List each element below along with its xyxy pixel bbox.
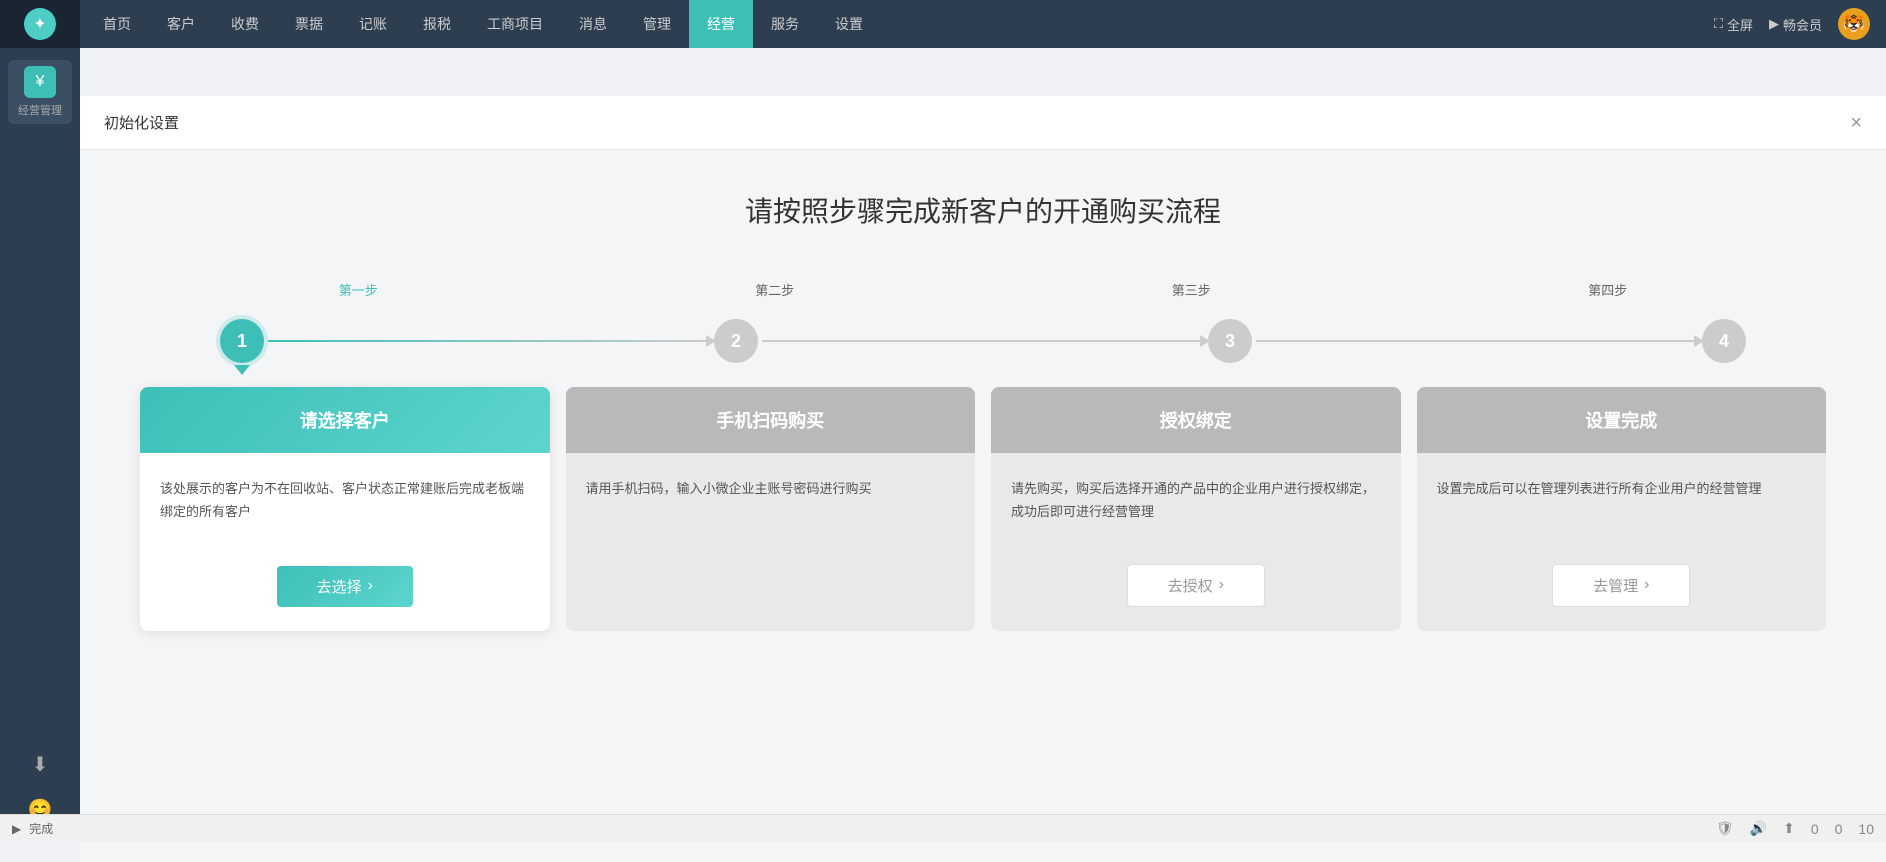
status-bar: ▶ 完成 🛡 🔊 ⬆ 0 0 10 <box>0 814 1886 842</box>
step-circle-2: 2 <box>714 319 758 363</box>
page-header: 初始化设置 × <box>80 96 1886 150</box>
step-arrow-2 <box>762 340 1204 342</box>
card-4-footer: 去管理 › <box>1417 548 1827 631</box>
card-3-footer: 去授权 › <box>991 548 1401 631</box>
card-3-body: 请先购买，购买后选择开通的产品中的企业用户进行授权绑定，成功后即可进行经营管理 <box>991 453 1401 548</box>
step-circles-row: 1 2 3 <box>140 319 1826 363</box>
nav-item-home[interactable]: 首页 <box>85 0 149 48</box>
fullscreen-icon: ⛶ <box>1714 16 1723 32</box>
step-label-1: 第一步 <box>150 280 567 299</box>
nav-item-manage[interactable]: 管理 <box>625 0 689 48</box>
nav-item-customer[interactable]: 客户 <box>149 0 213 48</box>
nav-item-message[interactable]: 消息 <box>561 0 625 48</box>
fullscreen-button[interactable]: ⛶ 全屏 <box>1714 15 1753 34</box>
main-content-area: 初始化设置 × 请按照步骤完成新客户的开通购买流程 第一步 第二步 第三步 第四… <box>80 96 1886 862</box>
sidebar-item-operation[interactable]: ¥ 经营管理 <box>8 60 72 124</box>
page-title: 初始化设置 <box>104 112 179 133</box>
main-heading: 请按照步骤完成新客户的开通购买流程 <box>140 190 1826 230</box>
step-3-action-button[interactable]: 去授权 › <box>1127 564 1265 607</box>
step-1-indicator: 1 <box>220 319 264 363</box>
step-arrow-3 <box>1256 340 1698 342</box>
nav-item-bill[interactable]: 票据 <box>277 0 341 48</box>
left-sidebar: ¥ 经营管理 ⬇ 😊 <box>0 48 80 842</box>
step-2-indicator: 2 <box>714 319 758 363</box>
step-pointer-1 <box>234 365 250 375</box>
steps-wrapper: 第一步 第二步 第三步 第四步 1 2 <box>140 280 1826 631</box>
status-label: 完成 <box>29 820 53 837</box>
sidebar-item-label: 经营管理 <box>18 102 62 118</box>
nav-item-fee[interactable]: 收费 <box>213 0 277 48</box>
step-card-1: 请选择客户 该处展示的客户为不在回收站、客户状态正常建账后完成老板端绑定的所有客… <box>140 387 550 631</box>
step-4-indicator: 4 <box>1702 319 1746 363</box>
card-1-body: 该处展示的客户为不在回收站、客户状态正常建账后完成老板端绑定的所有客户 <box>140 453 550 550</box>
step-card-4: 设置完成 设置完成后可以在管理列表进行所有企业用户的经营管理 去管理 › <box>1417 387 1827 631</box>
card-4-body: 设置完成后可以在管理列表进行所有企业用户的经营管理 <box>1417 453 1827 548</box>
status-bar-right: 🛡 🔊 ⬆ 0 0 10 <box>1716 820 1874 837</box>
step-card-3: 授权绑定 请先购买，购买后选择开通的产品中的企业用户进行授权绑定，成功后即可进行… <box>991 387 1401 631</box>
content-area: 请按照步骤完成新客户的开通购买流程 第一步 第二步 第三步 第四步 1 <box>80 150 1886 691</box>
step-label-3: 第三步 <box>983 280 1400 299</box>
user-avatar[interactable]: 🐯 <box>1838 8 1870 40</box>
card-2-body: 请用手机扫码，输入小微企业主账号密码进行购买 <box>566 453 976 591</box>
step-cards-container: 请选择客户 该处展示的客户为不在回收站、客户状态正常建账后完成老板端绑定的所有客… <box>140 387 1826 631</box>
step-3-btn-label: 去授权 <box>1168 575 1213 596</box>
step-4-btn-arrow: › <box>1644 576 1649 594</box>
step-circle-1: 1 <box>220 319 264 363</box>
step-4-action-button[interactable]: 去管理 › <box>1552 564 1690 607</box>
member-label: 畅会员 <box>1783 15 1822 34</box>
video-icon: ▶ <box>1769 16 1779 32</box>
logo-area: ✦ <box>0 0 80 48</box>
download-status-icon: ⬆ <box>1783 820 1795 837</box>
step-3-indicator: 3 <box>1208 319 1252 363</box>
top-navigation: ✦ 首页 客户 收费 票据 记账 报税 工商项目 消息 管理 经营 服务 设置 … <box>0 0 1886 48</box>
app-logo: ✦ <box>24 8 56 40</box>
step-4-btn-label: 去管理 <box>1593 575 1638 596</box>
step-labels-row: 第一步 第二步 第三步 第四步 <box>140 280 1826 299</box>
volume-icon: 🔊 <box>1750 820 1767 837</box>
zoom-level: 10 <box>1858 821 1874 837</box>
nav-item-service[interactable]: 服务 <box>753 0 817 48</box>
card-1-header: 请选择客户 <box>140 387 550 453</box>
card-2-header: 手机扫码购买 <box>566 387 976 453</box>
step-1-action-button[interactable]: 去选择 › <box>277 566 413 607</box>
shield-icon: 🛡 <box>1716 820 1734 837</box>
step-label-2: 第二步 <box>567 280 984 299</box>
nav-item-tax[interactable]: 报税 <box>405 0 469 48</box>
step-circle-4: 4 <box>1702 319 1746 363</box>
card-4-header: 设置完成 <box>1417 387 1827 453</box>
download-icon[interactable]: ⬇ <box>32 752 49 777</box>
sidebar-bottom-icons: ⬇ 😊 <box>28 752 53 822</box>
step-card-2: 手机扫码购买 请用手机扫码，输入小微企业主账号密码进行购买 <box>566 387 976 631</box>
nav-item-business[interactable]: 工商项目 <box>469 0 561 48</box>
card-2-footer <box>566 591 976 631</box>
nav-items-list: 首页 客户 收费 票据 记账 报税 工商项目 消息 管理 经营 服务 设置 <box>85 0 1714 48</box>
card-1-footer: 去选择 › <box>140 550 550 631</box>
step-circle-3: 3 <box>1208 319 1252 363</box>
operation-icon: ¥ <box>24 66 56 98</box>
member-button[interactable]: ▶ 畅会员 <box>1769 15 1822 34</box>
notification-count: 0 <box>1811 821 1819 837</box>
nav-item-accounting[interactable]: 记账 <box>341 0 405 48</box>
close-button[interactable]: × <box>1850 113 1862 133</box>
step-1-btn-label: 去选择 <box>317 576 362 597</box>
message-count: 0 <box>1835 821 1843 837</box>
fullscreen-label: 全屏 <box>1727 15 1753 34</box>
nav-item-settings[interactable]: 设置 <box>817 0 881 48</box>
step-1-btn-arrow: › <box>368 577 373 595</box>
step-arrow-1 <box>268 340 710 342</box>
status-play-icon: ▶ <box>12 822 21 836</box>
step-3-btn-arrow: › <box>1219 576 1224 594</box>
card-3-header: 授权绑定 <box>991 387 1401 453</box>
nav-right-area: ⛶ 全屏 ▶ 畅会员 🐯 <box>1714 8 1886 40</box>
nav-item-operation[interactable]: 经营 <box>689 0 753 48</box>
step-label-4: 第四步 <box>1400 280 1817 299</box>
